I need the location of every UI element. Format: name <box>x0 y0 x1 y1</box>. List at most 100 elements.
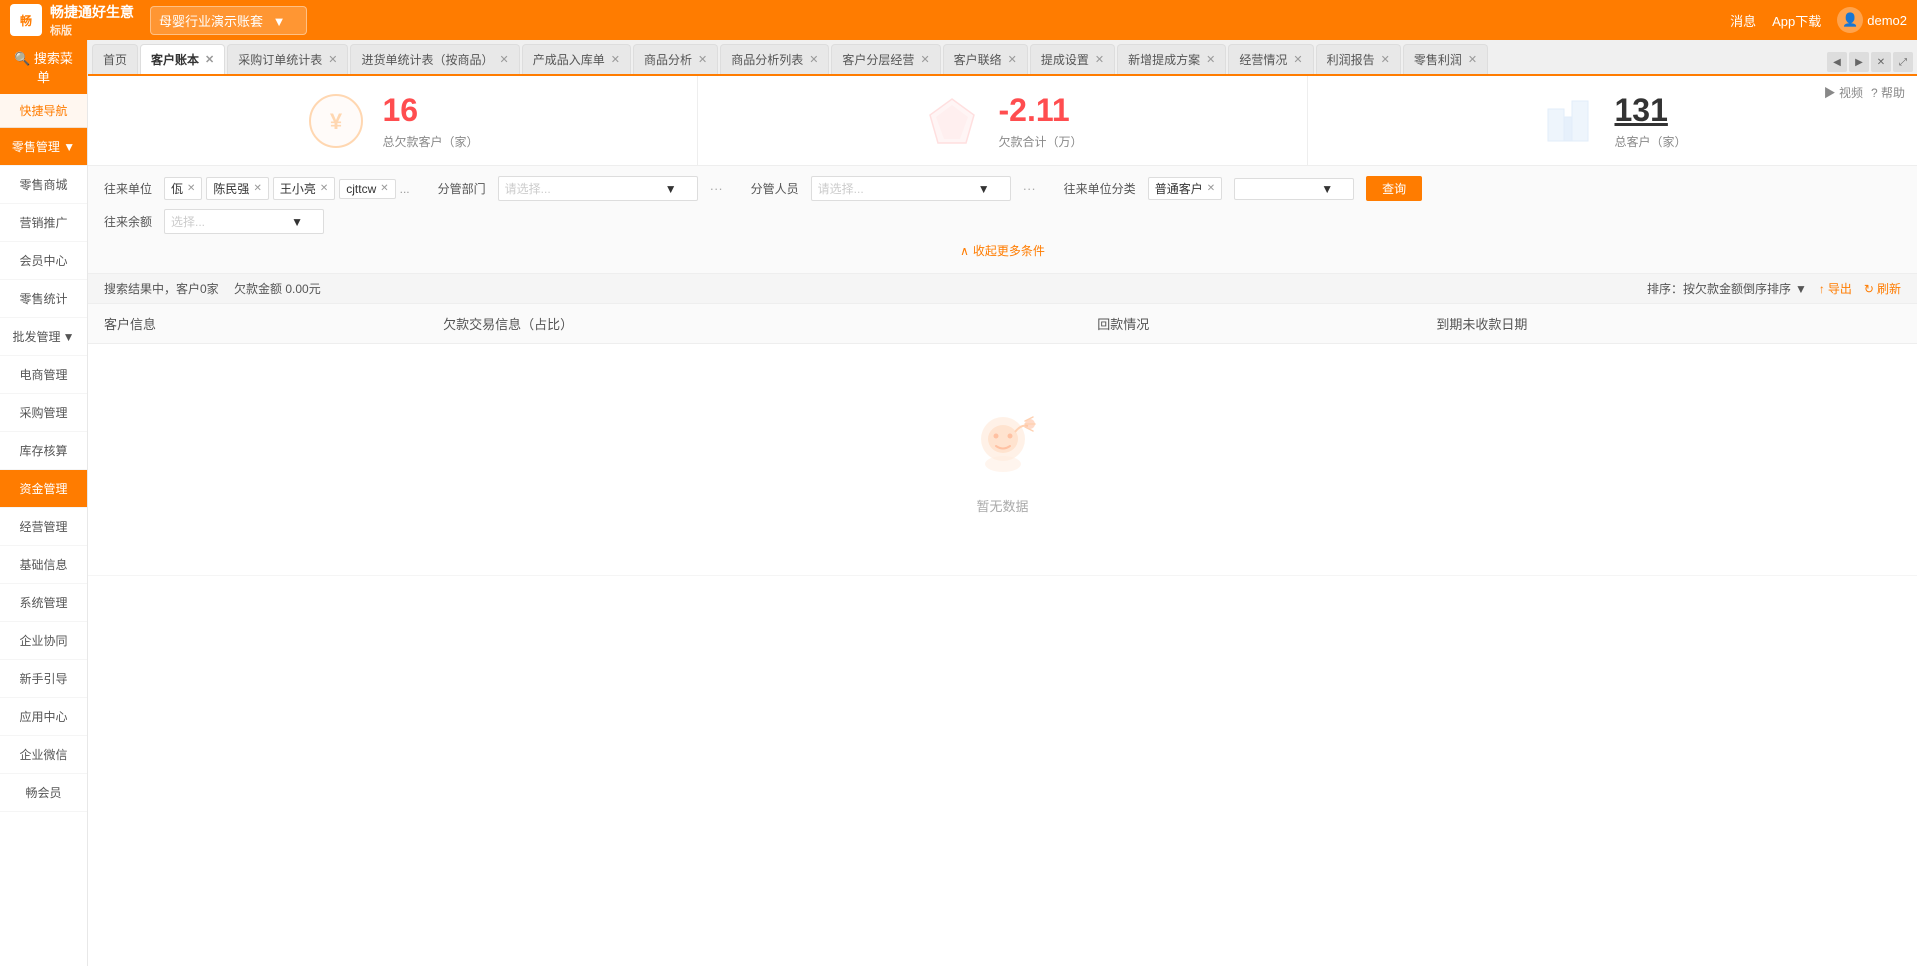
chevron-down-icon: ▼ <box>665 182 677 196</box>
person-filter-select[interactable]: 请选择... ▼ <box>811 176 1011 201</box>
sidebar-item-label: 批发管理 <box>13 328 61 345</box>
sidebar-item-enterprise[interactable]: 企业协同 <box>0 622 87 660</box>
help-link[interactable]: ? 帮助 <box>1871 84 1905 101</box>
category-tag-1[interactable]: 普通客户 ✕ <box>1148 177 1222 200</box>
diamond-icon <box>922 91 982 151</box>
empty-text: 暂无数据 <box>976 496 1028 515</box>
tab-prev-btn[interactable]: ◀ <box>1827 52 1847 72</box>
tab-close-all-btn[interactable]: ✕ <box>1871 52 1891 72</box>
result-bar: 搜索结果中，客户0家 欠款金额 0.00元 排序：按欠款金额倒序排序 ▼ ↑ 导… <box>88 274 1917 304</box>
tab-customer-ledger[interactable]: 客户账本 ✕ <box>140 44 225 74</box>
col-header-debt: 欠款交易信息（占比） <box>427 304 1081 344</box>
tab-commission-settings[interactable]: 提成设置 ✕ <box>1030 44 1115 74</box>
chevron-icon: ▼ <box>63 330 75 344</box>
tab-close-icon[interactable]: ✕ <box>328 53 337 66</box>
svg-text:¥: ¥ <box>330 109 343 134</box>
unit-tag-3[interactable]: 王小亮 ✕ <box>273 177 335 200</box>
table-header: 客户信息 欠款交易信息（占比） 回款情况 到期未收款日期 <box>88 304 1917 344</box>
query-button[interactable]: 查询 <box>1366 176 1422 201</box>
filter-area: 往来单位 佤 ✕ 陈民强 ✕ 王小亮 <box>88 166 1917 274</box>
sidebar-item-wholesale-mgmt[interactable]: 批发管理 ▼ <box>0 318 87 356</box>
dept-filter-select[interactable]: 请选择... ▼ <box>498 176 698 201</box>
tab-close-icon[interactable]: ✕ <box>1381 53 1390 66</box>
sidebar-item-inventory[interactable]: 库存核算 <box>0 432 87 470</box>
tab-product-inbound[interactable]: 产成品入库单 ✕ <box>522 44 631 74</box>
tab-profit-report[interactable]: 利润报告 ✕ <box>1316 44 1401 74</box>
sidebar-item-app-center[interactable]: 应用中心 <box>0 698 87 736</box>
tab-close-icon[interactable]: ✕ <box>698 53 707 66</box>
tab-customer-contact[interactable]: 客户联络 ✕ <box>943 44 1028 74</box>
filter-more-btn[interactable]: ... <box>400 182 410 196</box>
data-table: 客户信息 欠款交易信息（占比） 回款情况 到期未收款日期 <box>88 304 1917 576</box>
tab-close-icon[interactable]: ✕ <box>920 53 929 66</box>
tab-purchase-stats-product[interactable]: 进货单统计表（按商品） ✕ <box>350 44 519 74</box>
sidebar-item-marketing[interactable]: 营销推广 <box>0 204 87 242</box>
tag-remove-icon[interactable]: ✕ <box>1207 183 1215 194</box>
unit-tag-1[interactable]: 佤 ✕ <box>164 177 202 200</box>
user-avatar[interactable]: 👤 demo2 <box>1837 7 1907 33</box>
app-download-btn[interactable]: App下载 <box>1772 11 1821 30</box>
messages-btn[interactable]: 消息 <box>1730 11 1756 30</box>
sidebar-item-system[interactable]: 系统管理 <box>0 584 87 622</box>
collapse-filter-btn[interactable]: ∧ 收起更多条件 <box>104 242 1901 259</box>
tab-close-icon[interactable]: ✕ <box>1206 53 1215 66</box>
tab-close-icon[interactable]: ✕ <box>1293 53 1302 66</box>
tab-customer-tier[interactable]: 客户分层经营 ✕ <box>831 44 940 74</box>
sidebar-item-retail-mall[interactable]: 零售商城 <box>0 166 87 204</box>
tab-close-icon[interactable]: ✕ <box>1468 53 1477 66</box>
export-icon: ↑ <box>1819 282 1825 296</box>
sidebar-item-retail-mgmt[interactable]: 零售管理 ▼ <box>0 128 87 166</box>
sidebar-search[interactable]: 🔍 搜索菜单 <box>0 40 87 94</box>
video-link[interactable]: ▶ 视频 <box>1824 84 1863 101</box>
sidebar-item-newbie[interactable]: 新手引导 <box>0 660 87 698</box>
dept-more-icon[interactable]: ··· <box>710 181 723 196</box>
sidebar-item-member-center[interactable]: 会员中心 <box>0 242 87 280</box>
account-dropdown[interactable]: 母婴行业演示账套 ▼ <box>150 6 307 35</box>
stat-label-amount: 欠款合计（万） <box>998 133 1082 150</box>
balance-filter-select[interactable]: 选择... ▼ <box>164 209 324 234</box>
sidebar-item-member[interactable]: 畅会员 <box>0 774 87 812</box>
sidebar-item-label: 零售管理 <box>12 140 60 154</box>
sidebar-item-basic-info[interactable]: 基础信息 <box>0 546 87 584</box>
sidebar-item-retail-stats[interactable]: 零售统计 <box>0 280 87 318</box>
sidebar-item-finance[interactable]: 资金管理 <box>0 470 87 508</box>
sidebar-item-enterprise-wechat[interactable]: 企业微信 <box>0 736 87 774</box>
tab-operations-overview[interactable]: 经营情况 ✕ <box>1228 44 1313 74</box>
person-more-icon[interactable]: ··· <box>1023 181 1036 196</box>
tab-close-icon[interactable]: ✕ <box>1095 53 1104 66</box>
refresh-btn[interactable]: ↻ 刷新 <box>1864 280 1901 297</box>
tab-close-icon[interactable]: ✕ <box>205 53 214 66</box>
sidebar-item-operations[interactable]: 经营管理 <box>0 508 87 546</box>
tag-remove-icon[interactable]: ✕ <box>380 183 388 194</box>
tab-home[interactable]: 首页 <box>92 44 138 74</box>
tab-retail-profit[interactable]: 零售利润 ✕ <box>1403 44 1488 74</box>
logo-area: 畅 畅捷通好生意 标版 <box>10 2 134 38</box>
account-dropdown-container[interactable]: 母婴行业演示账套 ▼ <box>150 6 307 35</box>
tab-next-btn[interactable]: ▶ <box>1849 52 1869 72</box>
sidebar-quick-nav[interactable]: 快捷导航 <box>0 94 87 128</box>
tag-remove-icon[interactable]: ✕ <box>253 183 261 194</box>
sort-select[interactable]: 排序：按欠款金额倒序排序 ▼ <box>1647 280 1807 297</box>
tab-close-icon[interactable]: ✕ <box>809 53 818 66</box>
tab-close-icon[interactable]: ✕ <box>500 53 509 66</box>
unit-tag-4[interactable]: cjttcw ✕ <box>339 179 395 199</box>
tab-add-commission-plan[interactable]: 新增提成方案 ✕ <box>1117 44 1226 74</box>
stats-bar: ¥ 16 总欠款客户（家） <box>88 76 1917 166</box>
tag-remove-icon[interactable]: ✕ <box>187 183 195 194</box>
sidebar-item-label: 零售统计 <box>19 292 67 306</box>
tab-purchase-order-stats[interactable]: 采购订单统计表 ✕ <box>227 44 348 74</box>
export-btn[interactable]: ↑ 导出 <box>1819 280 1852 297</box>
sidebar-item-ecommerce[interactable]: 电商管理 <box>0 356 87 394</box>
tab-product-analysis-list[interactable]: 商品分析列表 ✕ <box>720 44 829 74</box>
yuan-icon: ¥ <box>306 91 366 151</box>
stat-value-amount: -2.11 <box>998 92 1082 129</box>
tab-product-analysis[interactable]: 商品分析 ✕ <box>633 44 718 74</box>
category-more-select[interactable]: ▼ <box>1234 178 1354 200</box>
sidebar-item-purchase[interactable]: 采购管理 <box>0 394 87 432</box>
chevron-down-icon: ▼ <box>1795 282 1807 296</box>
unit-tag-2[interactable]: 陈民强 ✕ <box>206 177 268 200</box>
tag-remove-icon[interactable]: ✕ <box>320 183 328 194</box>
tab-close-icon[interactable]: ✕ <box>611 53 620 66</box>
tab-maximize-btn[interactable]: ⤢ <box>1893 52 1913 72</box>
tab-close-icon[interactable]: ✕ <box>1008 53 1017 66</box>
